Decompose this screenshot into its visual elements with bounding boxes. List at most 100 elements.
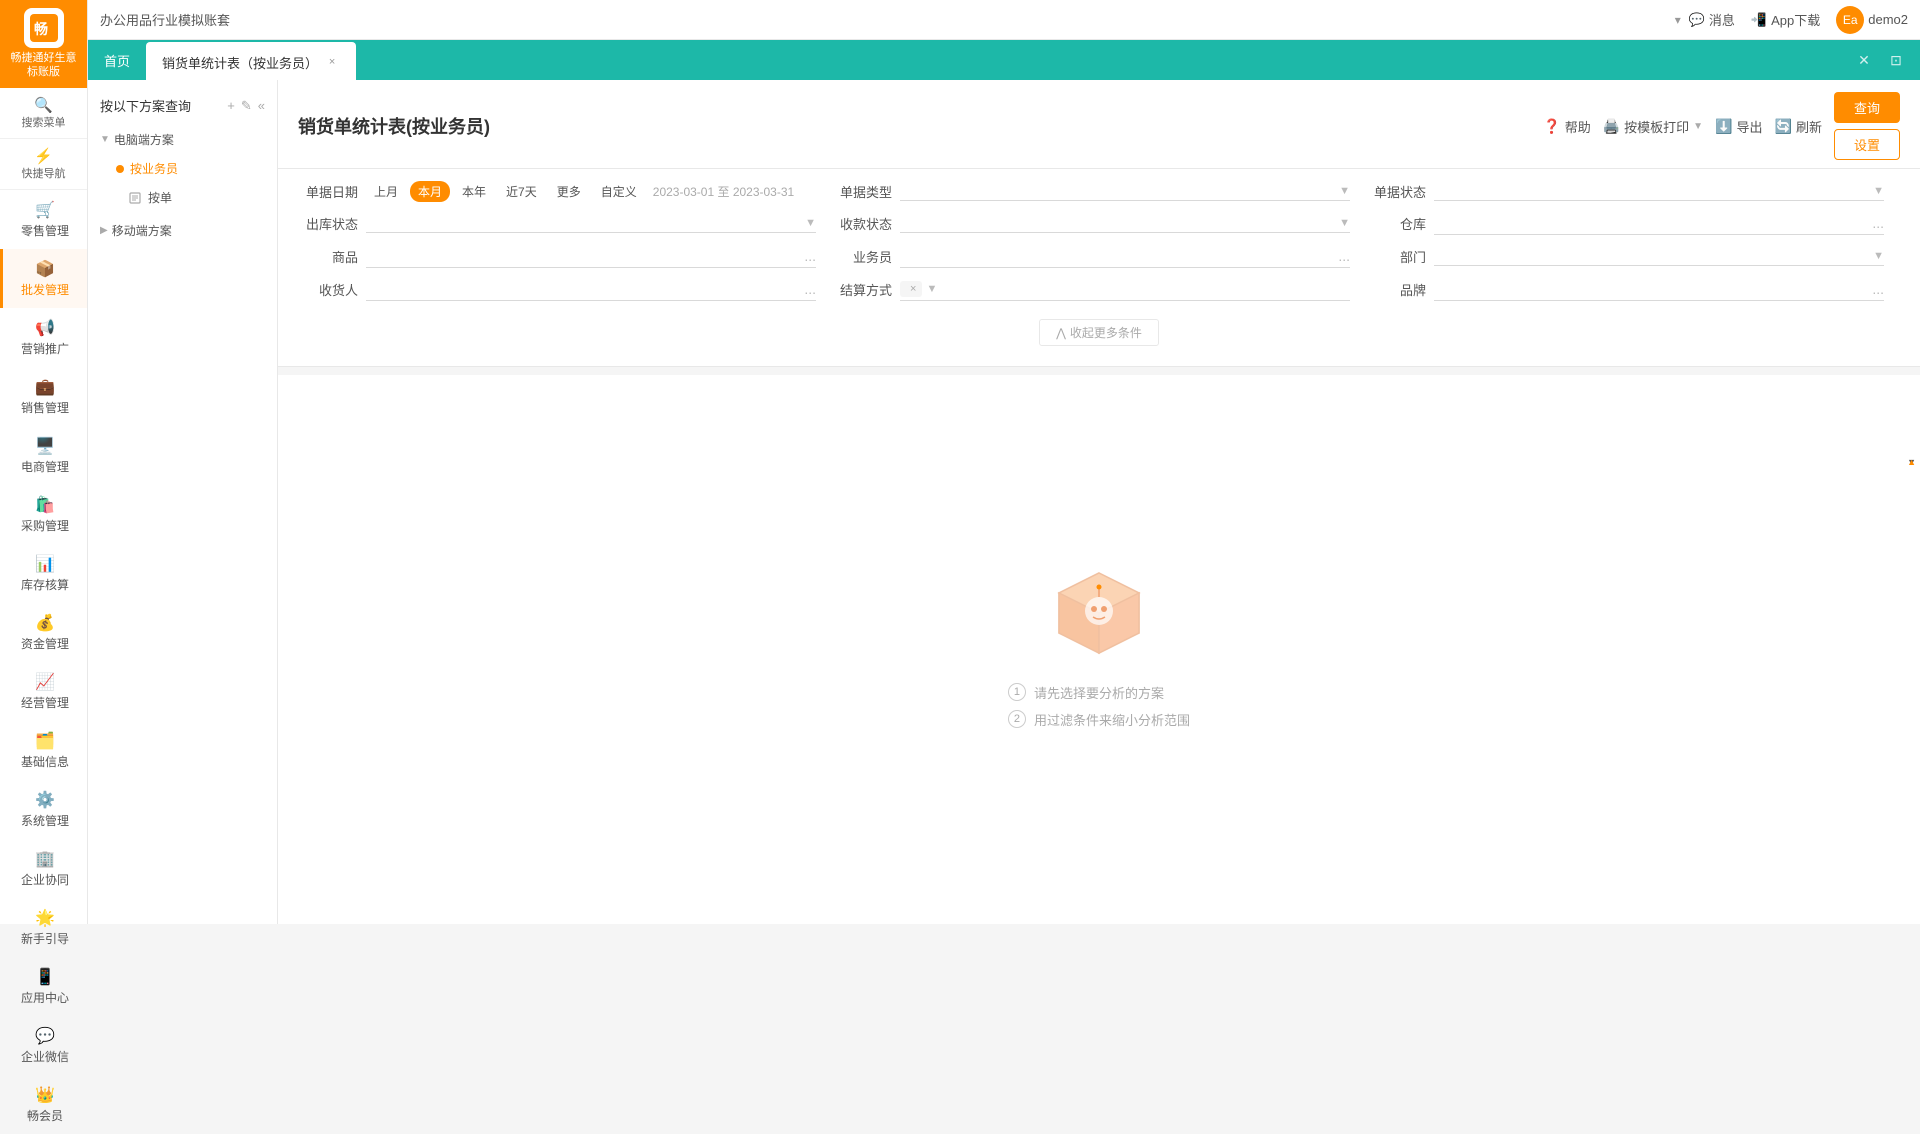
sub-item-icon bbox=[128, 191, 142, 205]
ecommerce-icon: 🖥️ bbox=[35, 436, 55, 456]
tabs-bar: 首页 销货单统计表（按业务员） × ✕ ⊡ bbox=[88, 40, 1920, 80]
brand-select[interactable]: ... bbox=[1434, 278, 1884, 301]
sidebar-item-purchase[interactable]: 🛍️ 采购管理 bbox=[0, 485, 87, 544]
scheme-group-mobile-title[interactable]: ▶ 移动端方案 bbox=[88, 216, 277, 245]
date-tag-custom[interactable]: 自定义 bbox=[593, 181, 645, 202]
export-action[interactable]: ⬇️ 导出 bbox=[1715, 117, 1762, 136]
collapse-button[interactable]: ⋀ 收起更多条件 bbox=[1039, 319, 1159, 346]
salesperson-dots-icon[interactable]: ... bbox=[1338, 248, 1350, 264]
brand-dots-icon[interactable]: ... bbox=[1872, 281, 1884, 297]
settings-button[interactable]: 设置 bbox=[1834, 129, 1900, 160]
app-download-icon: 📲 bbox=[1751, 12, 1767, 28]
sidebar-item-apps[interactable]: 📱 应用中心 bbox=[0, 957, 87, 1016]
sidebar-item-sales[interactable]: 💼 销售管理 bbox=[0, 367, 87, 426]
date-tag-last-month[interactable]: 上月 bbox=[366, 181, 406, 202]
warehouse-label: 仓库 bbox=[1366, 214, 1426, 233]
product-select[interactable]: ... bbox=[366, 245, 816, 268]
template-print-action[interactable]: 🖨️ 按模板打印 ▼ bbox=[1603, 117, 1703, 136]
scheme-group-pc: ▼ 电脑端方案 按业务员 按单 bbox=[88, 125, 277, 212]
doc-status-label: 单据状态 bbox=[1366, 182, 1426, 201]
date-tag-this-month[interactable]: 本月 bbox=[410, 181, 450, 202]
scheme-panel-title: 按以下方案查询 bbox=[100, 96, 191, 115]
scheme-add-icon[interactable]: + bbox=[227, 98, 235, 114]
tab-maximize-icon[interactable]: ⊡ bbox=[1884, 48, 1908, 72]
date-tag-this-year[interactable]: 本年 bbox=[454, 181, 494, 202]
filter-department: 部门 ▼ bbox=[1366, 247, 1900, 266]
brand-control: ... bbox=[1434, 278, 1884, 301]
scheme-edit-icon[interactable]: ✎ bbox=[241, 98, 252, 114]
tab-close-window-icon[interactable]: ✕ bbox=[1852, 48, 1876, 72]
doc-type-label: 单据类型 bbox=[832, 182, 892, 201]
tip-num-1: 1 bbox=[1008, 683, 1026, 701]
date-tag-more[interactable]: 更多 bbox=[549, 181, 589, 202]
product-dots-icon[interactable]: ... bbox=[804, 248, 816, 264]
refresh-action[interactable]: 🔄 刷新 bbox=[1775, 117, 1822, 136]
sidebar-item-finance[interactable]: 💰 资金管理 bbox=[0, 603, 87, 662]
tab-home[interactable]: 首页 bbox=[88, 40, 146, 80]
scheme-sub-item-by-order[interactable]: 按单 bbox=[88, 183, 277, 212]
warehouse-dots-icon[interactable]: ... bbox=[1872, 215, 1884, 231]
main-area: 办公用品行业模拟账套 ▾ 💬 消息 📲 App下载 Ea demo2 首页 bbox=[88, 0, 1920, 924]
settlement-arrow-icon: ▼ bbox=[926, 283, 937, 295]
sidebar-item-inventory[interactable]: 📊 库存核算 bbox=[0, 544, 87, 603]
topbar: 办公用品行业模拟账套 ▾ 💬 消息 📲 App下载 Ea demo2 bbox=[88, 0, 1920, 40]
page-title: 销货单统计表(按业务员) bbox=[298, 113, 490, 139]
consignee-label: 收货人 bbox=[298, 280, 358, 299]
receipt-status-label: 收款状态 bbox=[832, 214, 892, 233]
warehouse-select[interactable]: ... bbox=[1434, 212, 1884, 235]
help-action[interactable]: ❓ 帮助 bbox=[1543, 117, 1590, 136]
doc-status-select[interactable]: ▼ bbox=[1434, 182, 1884, 201]
sidebar-item-vip[interactable]: 👑 畅会员 bbox=[0, 1075, 87, 1134]
salesperson-select[interactable]: ... bbox=[900, 245, 1350, 268]
topbar-dropdown-icon[interactable]: ▾ bbox=[1675, 13, 1681, 27]
sidebar-item-marketing[interactable]: 📢 营销推广 bbox=[0, 308, 87, 367]
sidebar-search-menu[interactable]: 🔍 搜索菜单 bbox=[0, 88, 87, 139]
topbar-user[interactable]: Ea demo2 bbox=[1836, 6, 1908, 34]
print-dropdown-icon: ▼ bbox=[1693, 121, 1703, 132]
scheme-item-by-salesperson[interactable]: 按业务员 bbox=[88, 154, 277, 183]
apps-icon: 📱 bbox=[35, 967, 55, 987]
tab-close-icon[interactable]: × bbox=[324, 54, 340, 70]
sidebar-item-enterprise[interactable]: 🏢 企业协同 bbox=[0, 839, 87, 898]
sidebar-item-wechat[interactable]: 💬 企业微信 bbox=[0, 1016, 87, 1075]
sidebar-item-basic[interactable]: 🗂️ 基础信息 bbox=[0, 721, 87, 780]
receipt-status-select[interactable]: ▼ bbox=[900, 214, 1350, 233]
doc-type-select[interactable]: ▼ bbox=[900, 182, 1350, 201]
sidebar-logo[interactable]: 畅 畅捷通好生意 标账版 bbox=[0, 0, 87, 88]
consignee-select[interactable]: ... bbox=[366, 278, 816, 301]
scheme-collapse-icon[interactable]: « bbox=[258, 98, 265, 114]
stock-status-select[interactable]: ▼ bbox=[366, 214, 816, 233]
sidebar-item-newbie[interactable]: 🌟 新手引导 bbox=[0, 898, 87, 957]
filter-consignee: 收货人 ... bbox=[298, 278, 832, 301]
user-avatar: Ea bbox=[1836, 6, 1864, 34]
consignee-dots-icon[interactable]: ... bbox=[804, 281, 816, 297]
sidebar-item-system[interactable]: ⚙️ 系统管理 bbox=[0, 780, 87, 839]
sidebar-item-retail[interactable]: 🛒 零售管理 ▼ bbox=[0, 190, 87, 249]
empty-state: 1 请先选择要分析的方案 2 用过滤条件来缩小分析范围 bbox=[278, 375, 1920, 924]
filter-doc-type: 单据类型 ▼ bbox=[832, 182, 1366, 201]
settlement-select[interactable]: × ▼ bbox=[900, 278, 1350, 301]
message-icon: 💬 bbox=[1689, 12, 1705, 28]
department-select[interactable]: ▼ bbox=[1434, 247, 1884, 266]
settlement-tag: × bbox=[900, 281, 922, 297]
sidebar-item-wholesale[interactable]: 📦 批发管理 ▲ bbox=[0, 249, 87, 308]
sidebar-item-operation[interactable]: 📈 经营管理 bbox=[0, 662, 87, 721]
sidebar-quicknav[interactable]: ⚡ 快捷导航 bbox=[0, 139, 87, 190]
tab-sales-stat[interactable]: 销货单统计表（按业务员） × bbox=[146, 42, 356, 82]
filter-settlement: 结算方式 × ▼ bbox=[832, 278, 1366, 301]
wechat-icon: 💬 bbox=[35, 1026, 55, 1046]
tip-num-2: 2 bbox=[1008, 710, 1026, 728]
settlement-tag-close-icon[interactable]: × bbox=[910, 283, 916, 295]
topbar-message[interactable]: 💬 消息 bbox=[1689, 10, 1735, 29]
sidebar-item-ecommerce[interactable]: 🖥️ 电商管理 bbox=[0, 426, 87, 485]
date-tag-last7[interactable]: 近7天 bbox=[498, 181, 545, 202]
receipt-status-control: ▼ bbox=[900, 214, 1350, 233]
scheme-group-pc-title[interactable]: ▼ 电脑端方案 bbox=[88, 125, 277, 154]
query-button[interactable]: 查询 bbox=[1834, 92, 1900, 123]
topbar-app-download[interactable]: 📲 App下载 bbox=[1751, 10, 1820, 29]
svg-text:畅: 畅 bbox=[34, 21, 48, 37]
query-settings-buttons: 查询 设置 bbox=[1834, 92, 1900, 160]
print-icon: 🖨️ bbox=[1603, 118, 1620, 135]
export-icon: ⬇️ bbox=[1715, 118, 1732, 135]
right-panel: 销货单统计表(按业务员) ❓ 帮助 🖨️ 按模板打印 ▼ ⬇️ 导出 bbox=[278, 80, 1920, 924]
